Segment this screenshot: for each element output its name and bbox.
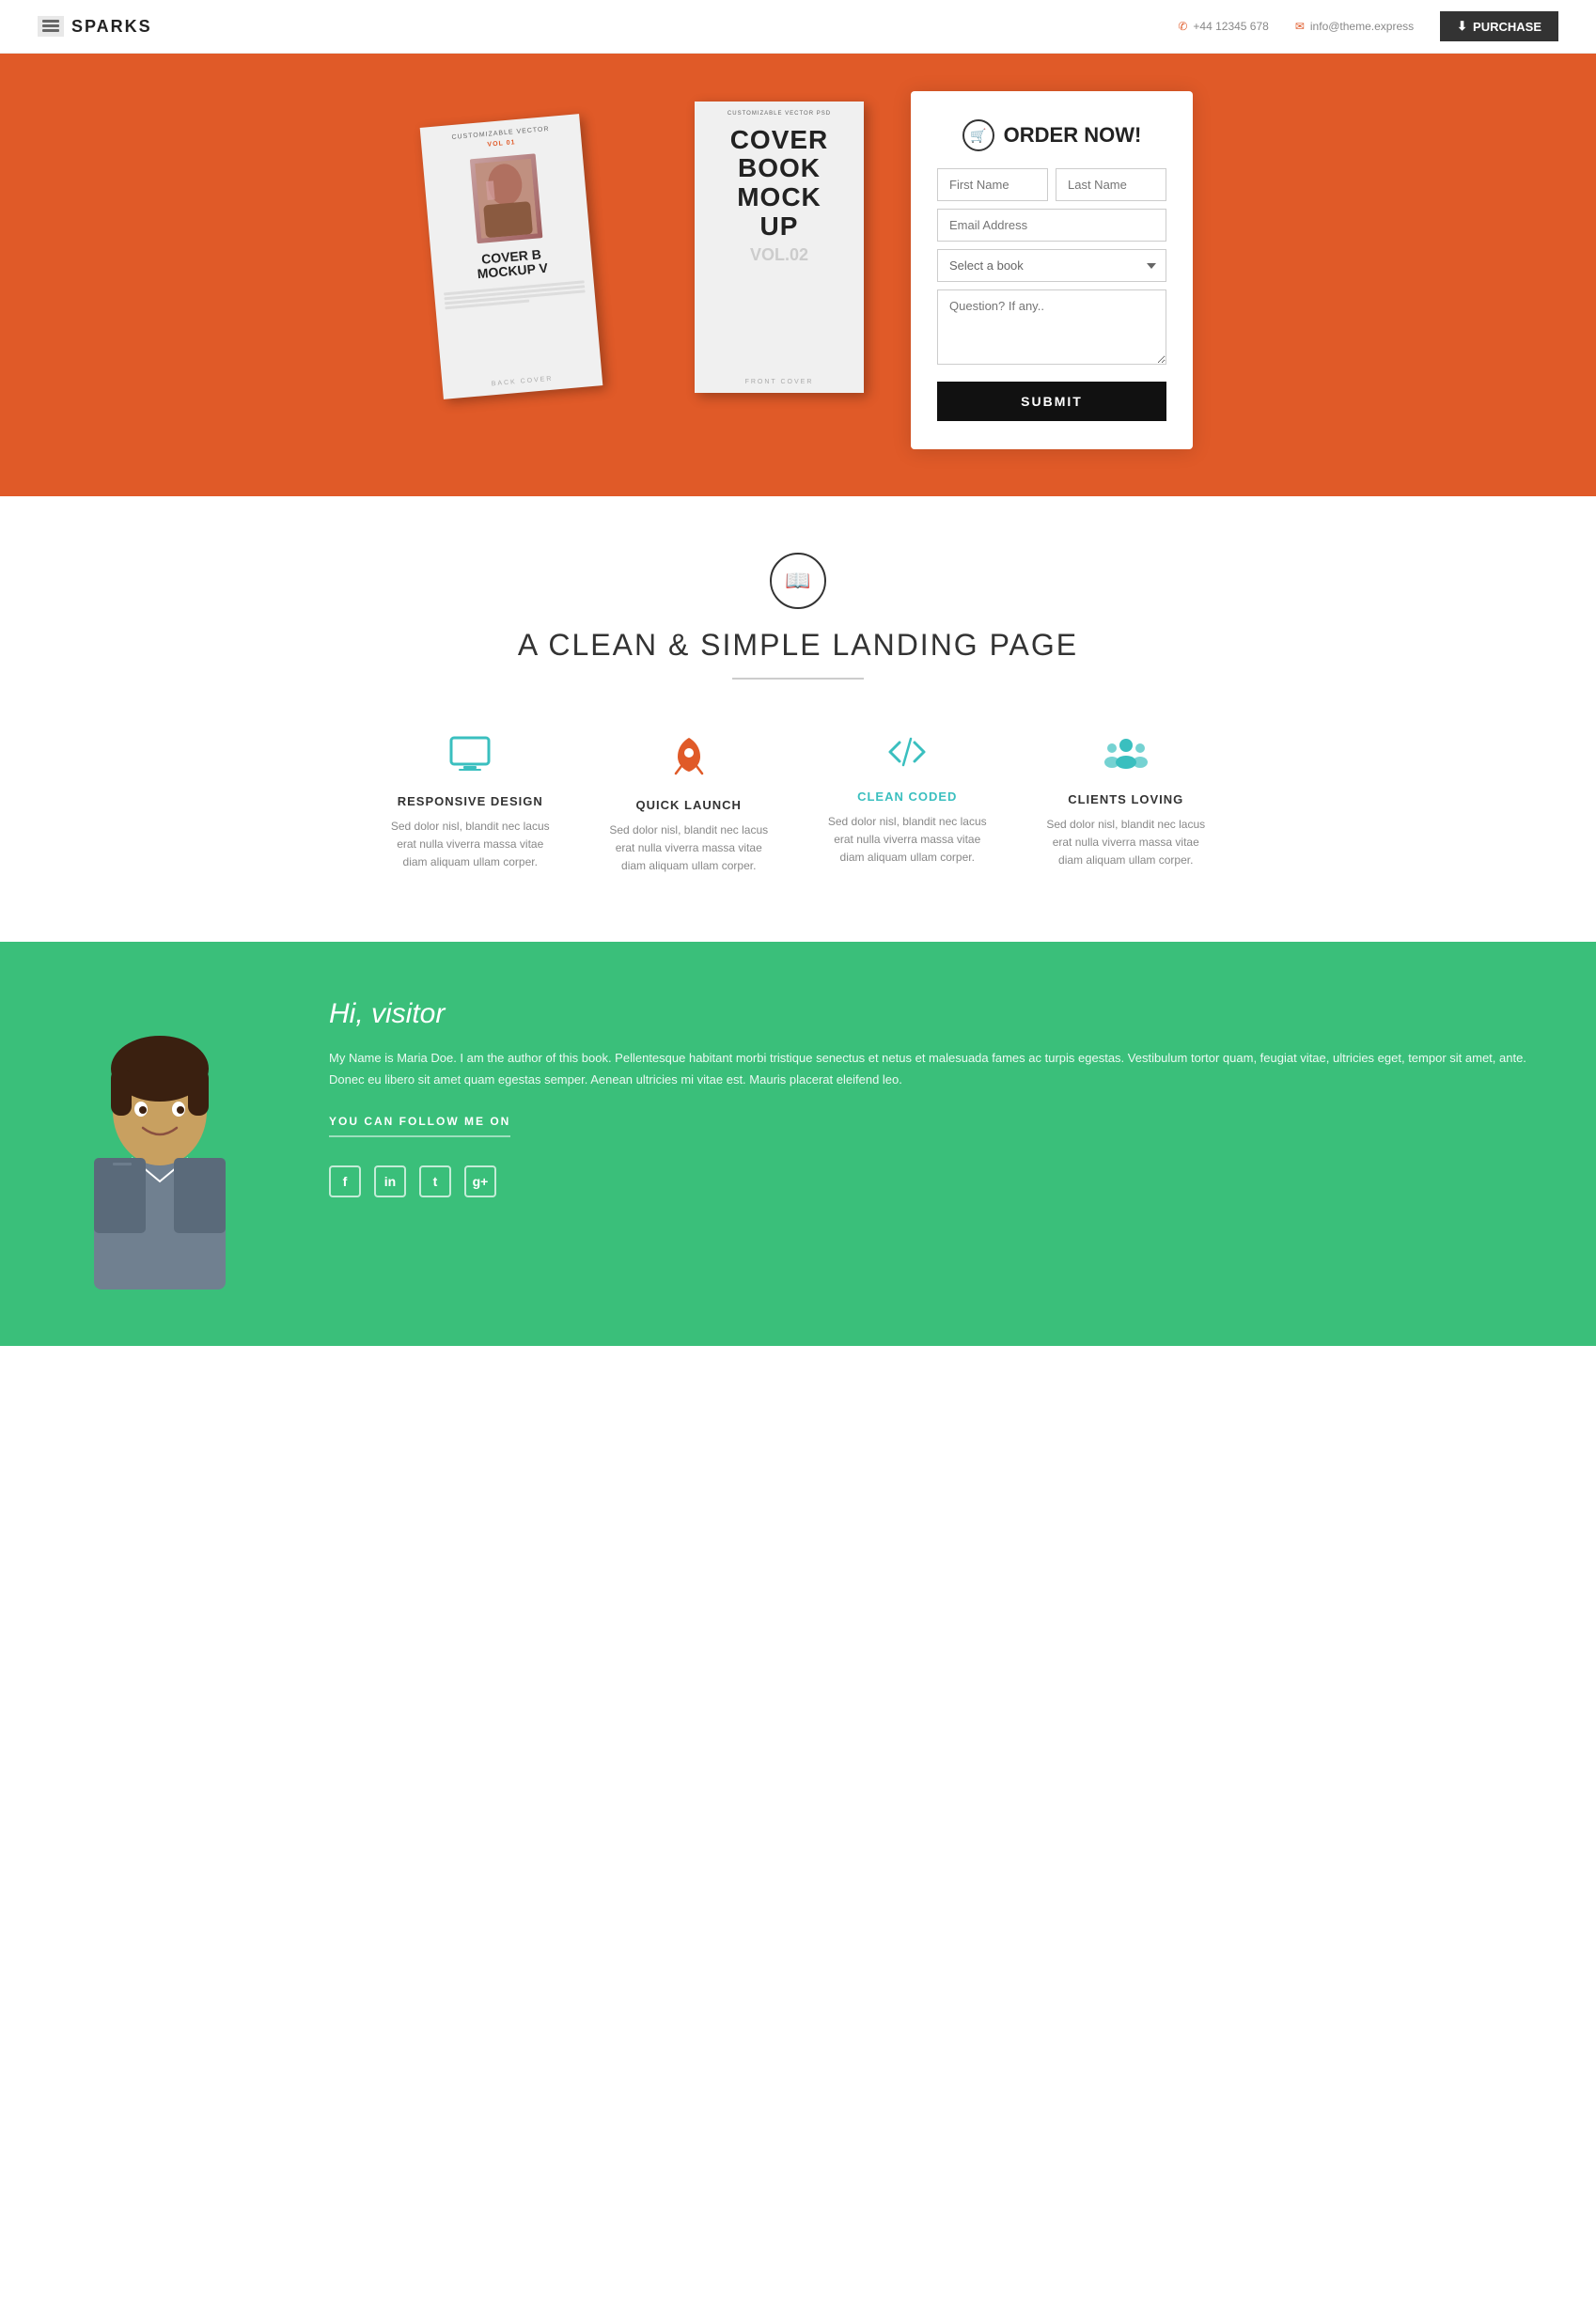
book-front-label: CUSTOMIZABLE VECTOR PSD bbox=[728, 111, 831, 117]
linkedin-icon[interactable]: in bbox=[374, 1165, 406, 1197]
phone-number: +44 12345 678 bbox=[1193, 20, 1268, 33]
book-section-icon: 📖 bbox=[785, 569, 810, 593]
feature-clients-desc: Sed dolor nisl, blandit nec lacus erat n… bbox=[1041, 816, 1213, 870]
purchase-button[interactable]: ⬇ PURCHASE bbox=[1440, 11, 1558, 41]
book-front-vol: VOL.02 bbox=[750, 245, 808, 265]
author-section: Hi, visitor My Name is Maria Doe. I am t… bbox=[0, 942, 1596, 1346]
users-icon bbox=[1041, 736, 1213, 779]
feature-responsive: RESPONSIVE DESIGN Sed dolor nisl, blandi… bbox=[375, 727, 566, 885]
book-front-title: COVERBOOKMOCKUP bbox=[730, 126, 829, 242]
phone-contact: ✆ +44 12345 678 bbox=[1178, 20, 1268, 33]
facebook-icon[interactable]: f bbox=[329, 1165, 361, 1197]
phone-icon: ✆ bbox=[1178, 20, 1187, 33]
first-name-input[interactable] bbox=[937, 168, 1048, 201]
question-textarea[interactable] bbox=[937, 289, 1166, 365]
hero-section: CUSTOMIZABLE VECTOR VOL 01 COVER BMOCKUP… bbox=[0, 54, 1596, 496]
email-address: info@theme.express bbox=[1310, 20, 1414, 33]
follow-label: YOU CAN FOLLOW ME ON bbox=[329, 1115, 510, 1137]
name-row bbox=[937, 168, 1166, 201]
feature-launch-desc: Sed dolor nisl, blandit nec lacus erat n… bbox=[603, 821, 775, 876]
email-row bbox=[937, 209, 1166, 242]
book-front: CUSTOMIZABLE VECTOR PSD COVERBOOKMOCKUP … bbox=[695, 102, 864, 393]
logo-icon bbox=[38, 16, 64, 37]
monitor-icon bbox=[384, 736, 556, 781]
email-contact: ✉ info@theme.express bbox=[1295, 20, 1414, 33]
twitter-icon[interactable]: t bbox=[419, 1165, 451, 1197]
author-bio: My Name is Maria Doe. I am the author of… bbox=[329, 1047, 1558, 1091]
feature-code: CLEAN CODED Sed dolor nisl, blandit nec … bbox=[812, 727, 1003, 885]
logo: SPARKS bbox=[38, 16, 152, 37]
section-icon-circle: 📖 bbox=[770, 553, 826, 609]
author-greeting: Hi, visitor bbox=[329, 998, 1558, 1030]
last-name-input[interactable] bbox=[1056, 168, 1166, 201]
book-back-title: COVER BMOCKUP V bbox=[476, 246, 549, 281]
email-input[interactable] bbox=[937, 209, 1166, 242]
feature-code-title: CLEAN CODED bbox=[821, 790, 994, 804]
order-title: 🛒 ORDER NOW! bbox=[937, 119, 1166, 151]
book-back-footer: BACK COVER bbox=[492, 375, 554, 387]
follow-section: YOU CAN FOLLOW ME ON f in t g+ bbox=[329, 1113, 1558, 1197]
header: SPARKS ✆ +44 12345 678 ✉ info@theme.expr… bbox=[0, 0, 1596, 54]
feature-clients: CLIENTS LOVING Sed dolor nisl, blandit n… bbox=[1031, 727, 1222, 885]
book-mockups: CUSTOMIZABLE VECTOR VOL 01 COVER BMOCKUP… bbox=[403, 102, 873, 440]
code-icon bbox=[821, 736, 994, 776]
section-divider bbox=[732, 678, 864, 680]
author-content: Hi, visitor My Name is Maria Doe. I am t… bbox=[329, 998, 1558, 1198]
book-back-vol: VOL 01 bbox=[487, 139, 515, 149]
logo-text: SPARKS bbox=[71, 17, 152, 37]
cart-icon: 🛒 bbox=[970, 128, 986, 144]
book-back: CUSTOMIZABLE VECTOR VOL 01 COVER BMOCKUP… bbox=[420, 114, 603, 399]
feature-responsive-desc: Sed dolor nisl, blandit nec lacus erat n… bbox=[384, 818, 556, 872]
book-front-footer: FRONT COVER bbox=[745, 379, 814, 385]
book-cover-photo bbox=[470, 153, 543, 243]
feature-code-desc: Sed dolor nisl, blandit nec lacus erat n… bbox=[821, 813, 994, 868]
submit-button[interactable]: SUBMIT bbox=[937, 382, 1166, 421]
book-text-lines bbox=[444, 278, 586, 311]
feature-launch-title: QUICK LAUNCH bbox=[603, 798, 775, 812]
book-select-row: Select a book Book Volume 1 Book Volume … bbox=[937, 249, 1166, 282]
email-icon: ✉ bbox=[1295, 20, 1305, 33]
order-form: 🛒 ORDER NOW! Select a book Book Volume 1… bbox=[911, 91, 1193, 449]
feature-clients-title: CLIENTS LOVING bbox=[1041, 792, 1213, 806]
author-photo bbox=[38, 998, 282, 1290]
section-title: A CLEAN & SIMPLE LANDING PAGE bbox=[38, 628, 1558, 663]
rocket-icon bbox=[603, 736, 775, 785]
cart-icon-circle: 🛒 bbox=[962, 119, 994, 151]
book-select[interactable]: Select a book Book Volume 1 Book Volume … bbox=[937, 249, 1166, 282]
author-photo-container bbox=[38, 998, 282, 1290]
googleplus-icon[interactable]: g+ bbox=[464, 1165, 496, 1197]
book-back-label: CUSTOMIZABLE VECTOR bbox=[451, 125, 550, 140]
features-section: 📖 A CLEAN & SIMPLE LANDING PAGE RESPONSI… bbox=[0, 496, 1596, 942]
social-icons: f in t g+ bbox=[329, 1165, 1558, 1197]
feature-responsive-title: RESPONSIVE DESIGN bbox=[384, 794, 556, 808]
question-row bbox=[937, 289, 1166, 365]
header-right: ✆ +44 12345 678 ✉ info@theme.express ⬇ P… bbox=[1178, 11, 1558, 41]
features-grid: RESPONSIVE DESIGN Sed dolor nisl, blandi… bbox=[375, 727, 1221, 885]
download-icon: ⬇ bbox=[1457, 19, 1467, 34]
feature-launch: QUICK LAUNCH Sed dolor nisl, blandit nec… bbox=[594, 727, 785, 885]
